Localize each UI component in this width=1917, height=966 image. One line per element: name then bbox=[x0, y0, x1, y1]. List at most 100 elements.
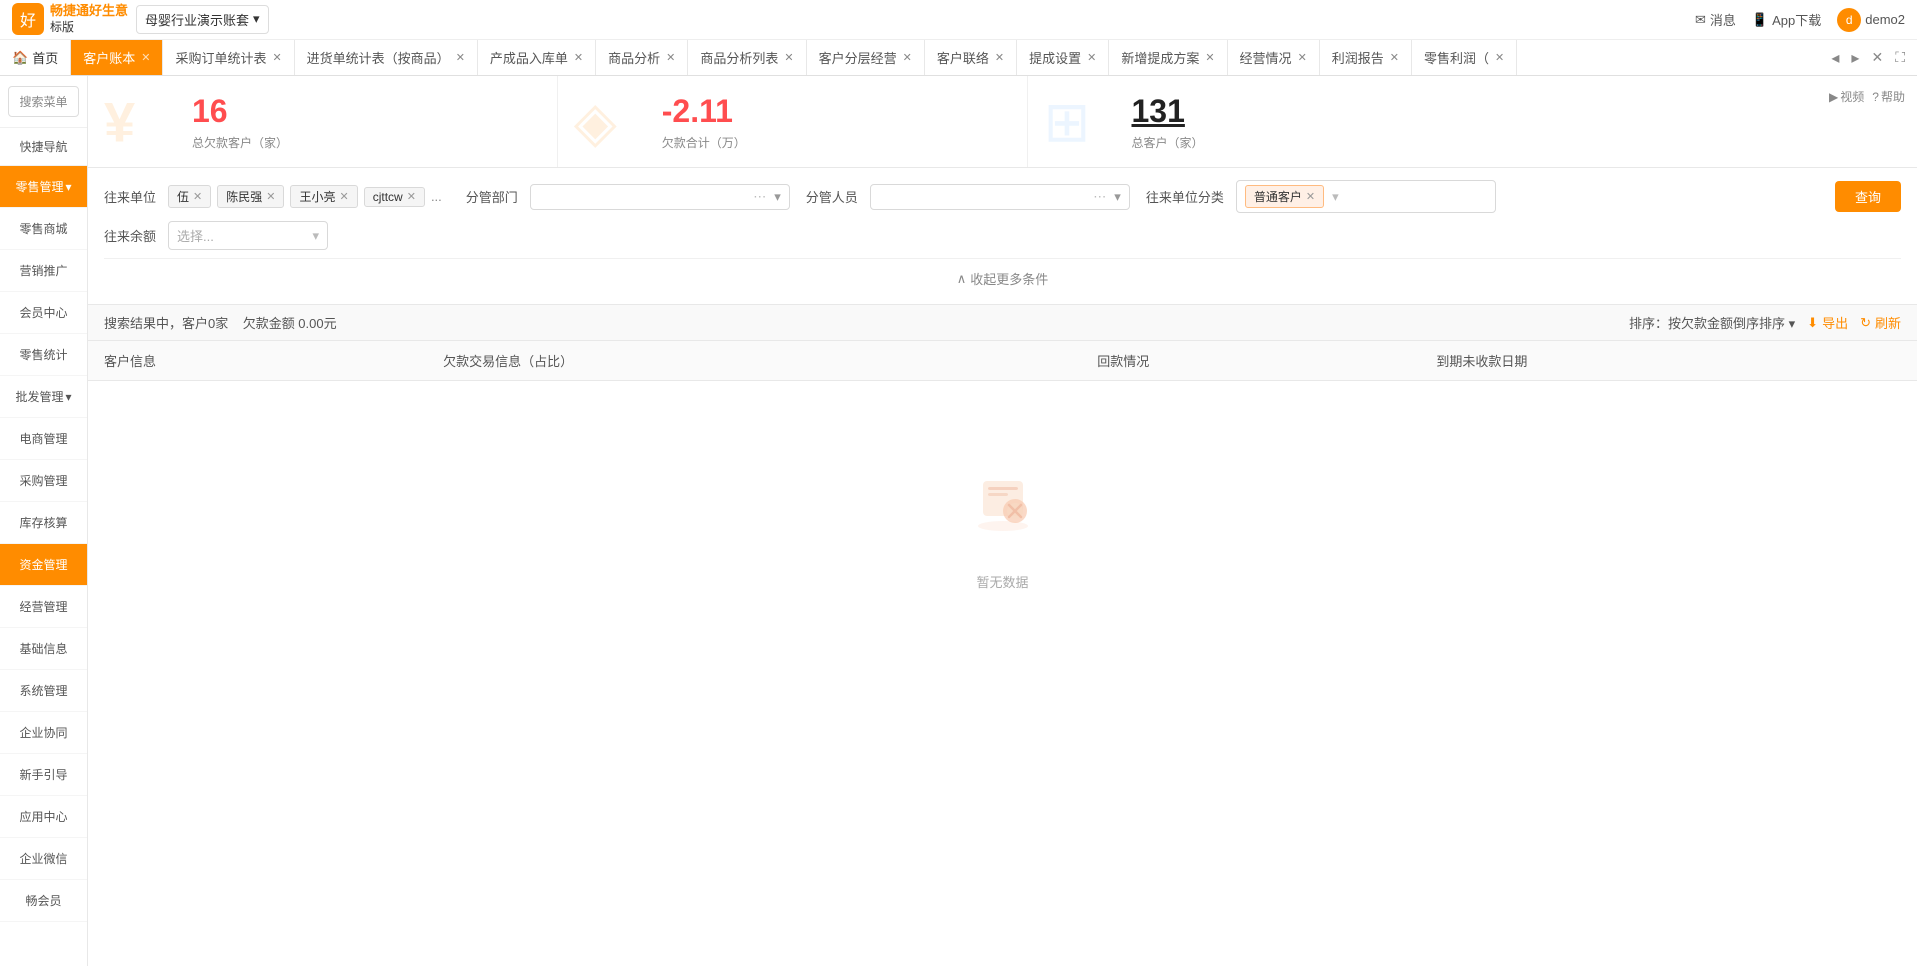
refresh-icon: ↻ bbox=[1860, 315, 1871, 331]
tab-prev-icon[interactable]: ◂ bbox=[1827, 46, 1843, 70]
unit-tag-1[interactable]: 陈民强 ✕ bbox=[217, 185, 284, 208]
tab-next-icon[interactable]: ▸ bbox=[1847, 46, 1863, 70]
stats-row: ¥ 16 总欠款客户（家） ◈ -2.11 欠款合计（万） ⊞ 131 总客户（… bbox=[88, 76, 1917, 168]
tab-profit-report[interactable]: 利润报告 ✕ bbox=[1320, 40, 1412, 75]
tab-close-business[interactable]: ✕ bbox=[1298, 51, 1307, 64]
table-header-row: 客户信息 欠款交易信息（占比） 回款情况 到期未收款日期 bbox=[88, 341, 1917, 381]
user-avatar[interactable]: d demo2 bbox=[1837, 8, 1905, 32]
tab-purchase-order[interactable]: 采购订单统计表 ✕ bbox=[163, 40, 294, 75]
sidebar-item-system[interactable]: 系统管理 bbox=[0, 670, 87, 712]
chevron-up-icon: ∧ bbox=[957, 271, 967, 287]
tab-produce-inbound[interactable]: 产成品入库单 ✕ bbox=[478, 40, 596, 75]
tab-close-customer-contact[interactable]: ✕ bbox=[995, 51, 1004, 64]
sidebar-item-wechat[interactable]: 企业微信 bbox=[0, 838, 87, 880]
unit-class-tag-close[interactable]: ✕ bbox=[1306, 190, 1315, 203]
tab-inbound-stats[interactable]: 进货单统计表（按商品） ✕ bbox=[295, 40, 478, 75]
tab-close-profit[interactable]: ✕ bbox=[1390, 51, 1399, 64]
unit-class-select[interactable]: 普通客户 ✕ ▾ bbox=[1236, 180, 1496, 213]
dept-select[interactable]: ⋯ ▾ bbox=[530, 184, 790, 210]
sidebar-item-wholesale[interactable]: 批发管理 ▾ bbox=[0, 376, 87, 418]
stat-card-customers: ¥ 16 总欠款客户（家） bbox=[88, 76, 558, 167]
person-chevron-icon: ▾ bbox=[1114, 189, 1121, 205]
unit-class-label: 往来单位分类 bbox=[1146, 187, 1224, 206]
sidebar-item-retail-stats[interactable]: 零售统计 bbox=[0, 334, 87, 376]
tag-close-1[interactable]: ✕ bbox=[266, 190, 275, 203]
sort-icon: ▾ bbox=[1789, 316, 1796, 331]
tab-home[interactable]: 🏠 首页 bbox=[0, 40, 71, 75]
unit-tag-0[interactable]: 伍 ✕ bbox=[168, 185, 211, 208]
tab-add-promote[interactable]: 新增提成方案 ✕ bbox=[1109, 40, 1227, 75]
account-select[interactable]: 母婴行业演示账套 ▾ bbox=[136, 5, 269, 34]
unit-tag-2[interactable]: 王小亮 ✕ bbox=[290, 185, 357, 208]
tab-customer-contact[interactable]: 客户联络 ✕ bbox=[925, 40, 1017, 75]
tab-close-add-promote[interactable]: ✕ bbox=[1205, 51, 1214, 64]
video-btn[interactable]: ▶ 视频 bbox=[1829, 88, 1864, 105]
tab-close-retail-profit[interactable]: ✕ bbox=[1495, 51, 1504, 64]
sidebar-item-capital[interactable]: 资金管理 bbox=[0, 544, 87, 586]
tab-close-promote[interactable]: ✕ bbox=[1087, 51, 1096, 64]
collapse-btn[interactable]: ∧ 收起更多条件 bbox=[945, 265, 1061, 292]
balance-select[interactable]: 选择... ▾ bbox=[168, 221, 328, 250]
tab-accounts[interactable]: 客户账本 ✕ bbox=[71, 40, 163, 75]
avatar: d bbox=[1837, 8, 1861, 32]
sidebar-item-inventory[interactable]: 库存核算 bbox=[0, 502, 87, 544]
help-btn[interactable]: ? 帮助 bbox=[1872, 88, 1905, 105]
tab-promote-settings[interactable]: 提成设置 ✕ bbox=[1017, 40, 1109, 75]
person-select[interactable]: ⋯ ▾ bbox=[870, 184, 1130, 210]
tab-business-status[interactable]: 经营情况 ✕ bbox=[1228, 40, 1320, 75]
tab-close-customer-tier[interactable]: ✕ bbox=[903, 51, 912, 64]
tab-close-inbound[interactable]: ✕ bbox=[456, 51, 465, 64]
app-download-btn[interactable]: 📱 App下载 bbox=[1752, 10, 1821, 29]
sidebar-item-enterprise[interactable]: 企业协同 bbox=[0, 712, 87, 754]
empty-icon bbox=[963, 461, 1043, 560]
filter-more-btn[interactable]: ... bbox=[431, 189, 442, 204]
filter-area: 往来单位 伍 ✕ 陈民强 ✕ 王小亮 ✕ cjttcw bbox=[88, 168, 1917, 305]
sidebar-item-purchase[interactable]: 采购管理 bbox=[0, 460, 87, 502]
sidebar-item-app-center[interactable]: 应用中心 bbox=[0, 796, 87, 838]
sidebar-item-basic[interactable]: 基础信息 bbox=[0, 628, 87, 670]
sidebar-item-ecommerce[interactable]: 电商管理 bbox=[0, 418, 87, 460]
main-layout: 搜索菜单 快捷导航 零售管理 ▾ 零售商城 营销推广 会员中心 零售统计 批发管… bbox=[0, 76, 1917, 966]
sidebar-item-retail-mgmt[interactable]: 零售管理 ▾ bbox=[0, 166, 87, 208]
content-area: ¥ 16 总欠款客户（家） ◈ -2.11 欠款合计（万） ⊞ 131 总客户（… bbox=[88, 76, 1917, 966]
tab-product-analysis[interactable]: 商品分析 ✕ bbox=[596, 40, 688, 75]
export-icon: ⬇ bbox=[1807, 315, 1818, 331]
tab-close-product-list[interactable]: ✕ bbox=[784, 51, 793, 64]
tab-close-purchase[interactable]: ✕ bbox=[272, 51, 281, 64]
refresh-btn[interactable]: ↻ 刷新 bbox=[1860, 313, 1901, 332]
tab-product-analysis-list[interactable]: 商品分析列表 ✕ bbox=[688, 40, 806, 75]
tab-retail-profit[interactable]: 零售利润（ ✕ bbox=[1412, 40, 1517, 75]
sidebar-item-marketing[interactable]: 营销推广 bbox=[0, 250, 87, 292]
sidebar-quick-nav[interactable]: 快捷导航 bbox=[0, 128, 87, 166]
empty-state: 暂无数据 bbox=[88, 381, 1917, 671]
tab-close-all-icon[interactable]: ✕ bbox=[1867, 47, 1887, 68]
tab-expand-icon[interactable]: ⛶ bbox=[1891, 47, 1909, 68]
sidebar-item-guide[interactable]: 新手引导 bbox=[0, 754, 87, 796]
message-icon: ✉ bbox=[1695, 12, 1706, 28]
sidebar-item-business[interactable]: 经营管理 bbox=[0, 586, 87, 628]
results-bar: 搜索结果中，客户0家 欠款金额 0.00元 排序：按欠款金额倒序排序 ▾ ⬇ 导… bbox=[88, 305, 1917, 341]
tag-close-3[interactable]: ✕ bbox=[407, 190, 416, 203]
tab-close-product[interactable]: ✕ bbox=[666, 51, 675, 64]
tag-close-0[interactable]: ✕ bbox=[193, 190, 202, 203]
message-btn[interactable]: ✉ 消息 bbox=[1695, 10, 1736, 29]
unit-tag-3[interactable]: cjttcw ✕ bbox=[364, 187, 425, 207]
logo-icon: 好 bbox=[12, 3, 44, 35]
search-menu-btn[interactable]: 搜索菜单 bbox=[8, 86, 79, 117]
sidebar-item-retail-mall[interactable]: 零售商城 bbox=[0, 208, 87, 250]
export-btn[interactable]: ⬇ 导出 bbox=[1807, 313, 1848, 332]
sidebar-item-member[interactable]: 会员中心 bbox=[0, 292, 87, 334]
stat-value-customers: 16 bbox=[192, 92, 228, 130]
col-repayment: 回款情况 bbox=[1081, 341, 1420, 381]
tab-close-produce[interactable]: ✕ bbox=[574, 51, 583, 64]
dept-chevron-icon: ▾ bbox=[774, 189, 781, 205]
tab-close-accounts[interactable]: ✕ bbox=[141, 51, 150, 64]
unit-label: 往来单位 bbox=[104, 187, 156, 206]
data-table: 客户信息 欠款交易信息（占比） 回款情况 到期未收款日期 bbox=[88, 341, 1917, 381]
results-actions: 排序：按欠款金额倒序排序 ▾ ⬇ 导出 ↻ 刷新 bbox=[1629, 313, 1901, 332]
tag-close-2[interactable]: ✕ bbox=[340, 190, 349, 203]
sidebar-item-pro-member[interactable]: 畅会员 bbox=[0, 880, 87, 922]
query-btn[interactable]: 查询 bbox=[1835, 181, 1901, 212]
unit-class-tag: 普通客户 ✕ bbox=[1245, 185, 1324, 208]
tab-customer-tier[interactable]: 客户分层经营 ✕ bbox=[807, 40, 925, 75]
